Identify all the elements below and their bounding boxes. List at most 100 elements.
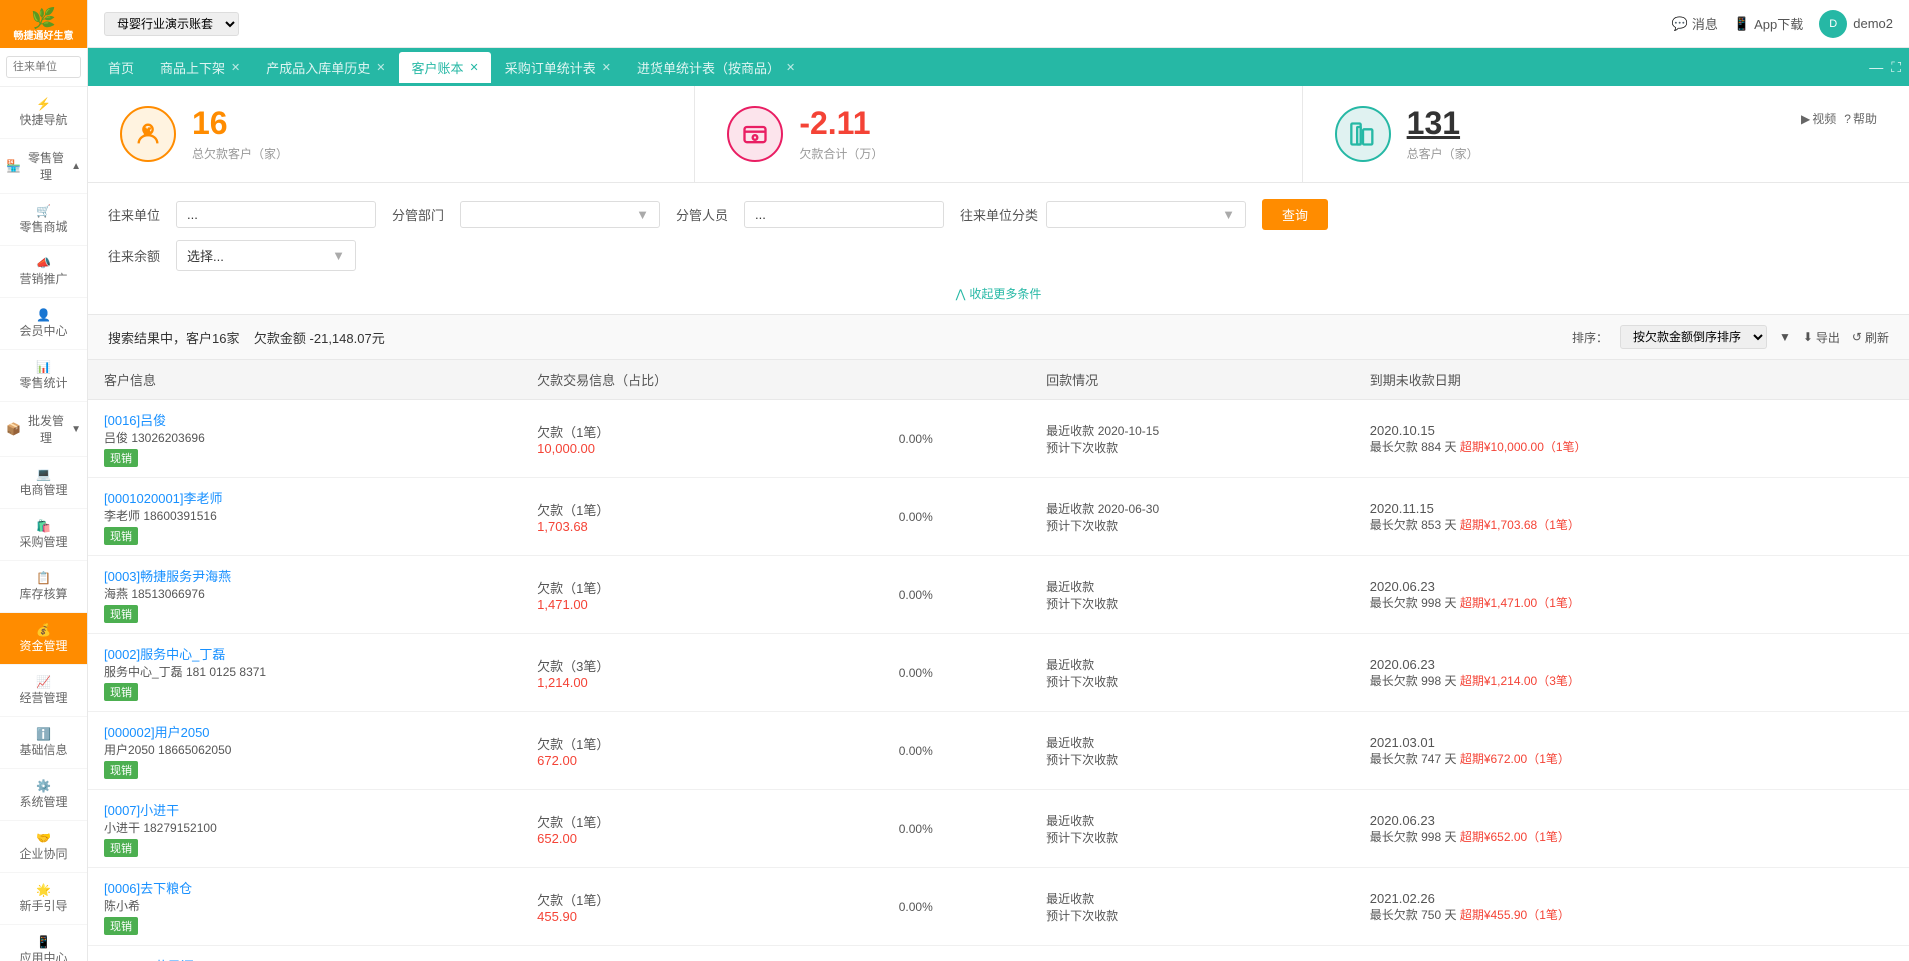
app-download-button[interactable]: 📱 App下载 [1734,14,1803,33]
message-button[interactable]: 💬 消息 [1672,14,1718,33]
user-profile[interactable]: D demo2 [1819,10,1893,38]
sidebar-item-enterprise[interactable]: 🤝 企业协同 [0,821,87,873]
sort-select[interactable]: 按欠款金额倒序排序 [1620,325,1767,349]
debt-amount[interactable]: 10,000.00 [537,441,867,456]
debt-amount[interactable]: 1,703.68 [537,519,867,534]
sort-chevron-icon: ▼ [1779,330,1791,344]
tab-close-icon[interactable]: ✕ [470,61,479,74]
tab-purchase-stats[interactable]: 进货单统计表（按商品） ✕ [625,52,807,83]
department-select[interactable]: ▼ [460,201,660,228]
customer-name-link[interactable]: [0003]畅捷服务尹海燕 [104,569,231,584]
overdue-amount[interactable]: 超期¥1,703.68（1笔） [1460,518,1580,532]
overdue-amount[interactable]: 超期¥10,000.00（1笔） [1460,440,1587,454]
source-unit-dots: ... [187,207,198,222]
balance-select[interactable]: 选择... ▼ [176,240,356,271]
app-download-icon: 📱 [1734,16,1750,32]
last-collect: 最近收款 [1046,734,1338,751]
debt-percent: 0.00% [899,900,933,914]
refresh-button[interactable]: ↺ 刷新 [1852,329,1889,346]
manager-filter: 分管人员 ... [676,201,944,228]
sidebar-item-quick-nav[interactable]: ⚡ 快捷导航 [0,87,87,139]
sidebar-item-finance[interactable]: 💰 资金管理 [0,613,87,665]
tab-products[interactable]: 商品上下架 ✕ [148,52,252,83]
tab-close-icon[interactable]: ✕ [602,61,611,74]
maximize-button[interactable]: ⛶ [1891,59,1901,76]
overdue-amount[interactable]: 超期¥1,471.00（1笔） [1460,596,1580,610]
sidebar-item-apps[interactable]: 📱 应用中心 [0,925,87,961]
debt-amount[interactable]: 1,214.00 [537,675,867,690]
customer-name-link[interactable]: [0001020001]李老师 [104,491,223,506]
industry-selector[interactable]: 母婴行业演示账套 [104,12,239,36]
overdue-amount[interactable]: 超期¥455.90（1笔） [1460,908,1570,922]
tab-purchase-order[interactable]: 采购订单统计表 ✕ [493,52,623,83]
debt-amount[interactable]: 1,471.00 [537,597,867,612]
tab-close-icon[interactable]: ✕ [786,61,795,74]
last-collect: 最近收款 [1046,890,1338,907]
due-date: 2020.06.23 [1370,579,1893,594]
tab-home[interactable]: 首页 [96,52,146,83]
sidebar-item-label: 零售管理 [23,149,69,183]
search-result-text: 搜索结果中，客户16家 [108,331,239,346]
sidebar-item-label: 系统管理 [6,793,81,810]
debt-count: 欠款（1笔） [537,734,867,753]
video-btn[interactable]: ▶ 视频 [1801,110,1836,127]
overdue-days: 最长欠款 998 天 [1370,830,1460,844]
tab-close-icon[interactable]: ✕ [376,61,385,74]
summary-card-debt-total: -2.11 欠款合计（万） [695,86,1302,182]
collapse-button[interactable]: ⋀ 收起更多条件 [108,281,1889,306]
source-unit-input[interactable]: ... [176,201,376,228]
debt-percent: 0.00% [899,510,933,524]
sidebar-search-area[interactable] [0,48,87,87]
sidebar-item-wholesale[interactable]: 📦 批发管理 ▼ [0,402,87,457]
sidebar-item-purchase[interactable]: 🛍️ 采购管理 [0,509,87,561]
tab-production[interactable]: 产成品入库单历史 ✕ [254,52,397,83]
last-collect-label: 最近收款 [1046,424,1094,438]
collection-cell: 最近收款 预计下次收款 [1030,712,1354,790]
sidebar-item-member-center[interactable]: 👤 会员中心 [0,298,87,350]
sidebar-item-marketing[interactable]: 📣 营销推广 [0,246,87,298]
sidebar-item-retail-mall[interactable]: 🛒 零售商城 [0,194,87,246]
result-bar: 搜索结果中，客户16家 欠款金额 -21,148.07元 排序： 按欠款金额倒序… [88,315,1909,360]
tab-close-icon[interactable]: ✕ [231,61,240,74]
help-btn[interactable]: ? 帮助 [1844,110,1877,127]
overdue-amount[interactable]: 超期¥672.00（1笔） [1460,752,1570,766]
tab-customer-account[interactable]: 客户账本 ✕ [399,52,490,83]
sidebar-item-system[interactable]: ⚙️ 系统管理 [0,769,87,821]
sidebar-item-retail-stats[interactable]: 📊 零售统计 [0,350,87,402]
table-row: [0002]服务中心_丁磊 服务中心_丁磊 181 0125 8371 现销 欠… [88,634,1909,712]
unit-category-select[interactable]: ▼ [1046,201,1246,228]
stats-icon: 📊 [36,360,51,374]
export-button[interactable]: ⬇ 导出 [1803,329,1840,346]
sidebar-item-newbie[interactable]: 🌟 新手引导 [0,873,87,925]
marketing-icon: 📣 [36,256,51,270]
search-input[interactable] [6,56,81,78]
debt-amount[interactable]: 672.00 [537,753,867,768]
customer-phone: 海燕 18513066976 [104,585,505,602]
sidebar-item-inventory[interactable]: 📋 库存核算 [0,561,87,613]
department-filter: 分管部门 ▼ [392,201,660,228]
sidebar-item-operations[interactable]: 📈 经营管理 [0,665,87,717]
minimize-button[interactable]: — [1869,59,1883,76]
sidebar-item-label: 经营管理 [6,689,81,706]
debt-amount[interactable]: 652.00 [537,831,867,846]
customer-name-link[interactable]: [0002]服务中心_丁磊 [104,647,225,662]
overdue-amount[interactable]: 超期¥652.00（1笔） [1460,830,1570,844]
collection-cell: 最近收款 预计下次收款 [1030,946,1354,961]
customer-name-link[interactable]: [000002]用户2050 [104,725,210,740]
sidebar-item-basic-info[interactable]: ℹ️ 基础信息 [0,717,87,769]
overdue-days: 最长欠款 747 天 [1370,752,1460,766]
customer-code: [0016] [104,413,140,428]
query-button[interactable]: 查询 [1262,199,1328,230]
manager-input[interactable]: ... [744,201,944,228]
unit-category-filter: 往来单位分类 ▼ [960,201,1246,228]
customer-name-link[interactable]: [0006]去下粮仓 [104,881,192,896]
table-row: [0003]畅捷服务尹海燕 海燕 18513066976 现销 欠款（1笔） 1… [88,556,1909,634]
overdue-amount[interactable]: 超期¥1,214.00（3笔） [1460,674,1580,688]
debt-amount[interactable]: 455.90 [537,909,867,924]
customer-name-link[interactable]: [0016]吕俊 [104,413,166,428]
customer-tag: 现销 [104,761,138,779]
sidebar-item-ecommerce[interactable]: 💻 电商管理 [0,457,87,509]
customer-name-link[interactable]: [0007]小进干 [104,803,179,818]
sidebar-item-retail-mgmt[interactable]: 🏪 零售管理 ▲ [0,139,87,194]
username: demo2 [1853,16,1893,31]
